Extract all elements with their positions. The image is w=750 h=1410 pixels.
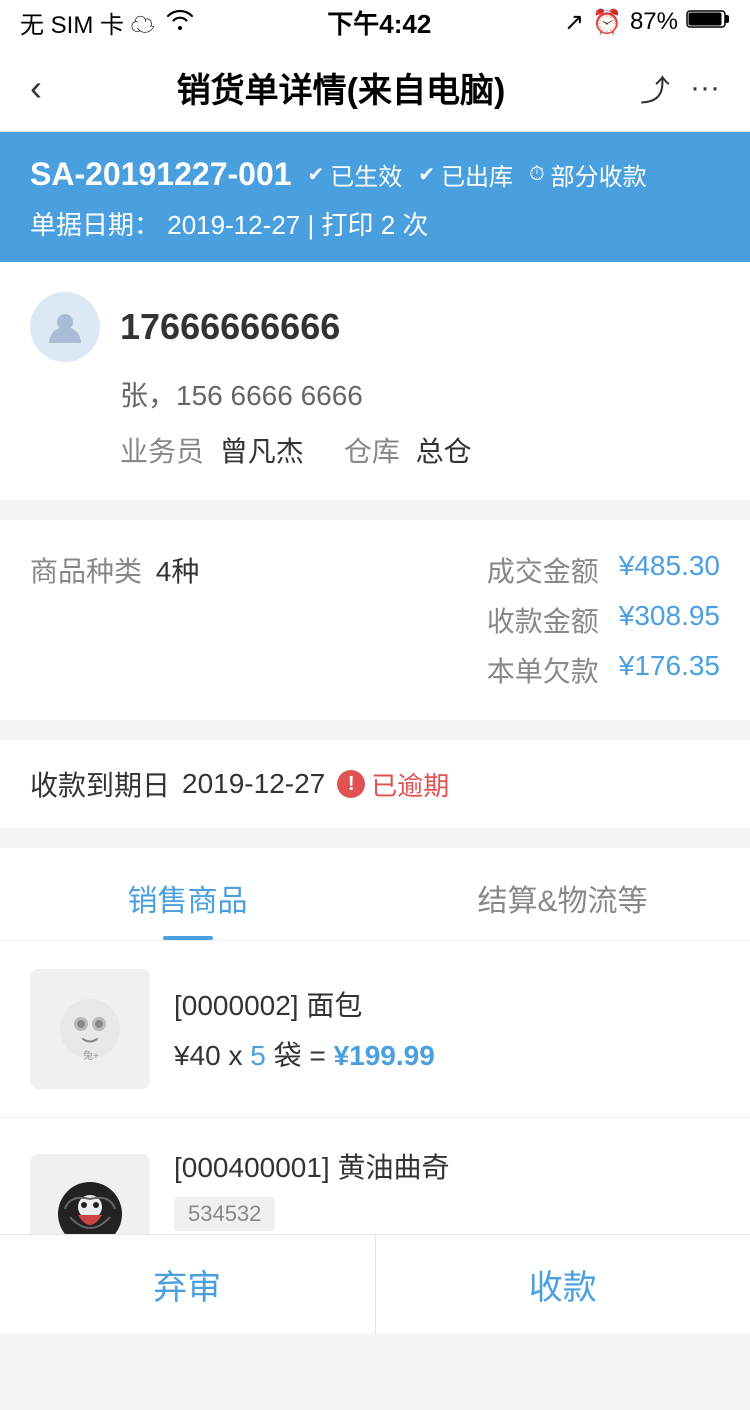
overdue-icon: ! <box>337 770 365 798</box>
order-date-row: 单据日期： 2019-12-27 | 打印 2 次 <box>30 205 720 242</box>
clock-icon: ⏱ <box>529 163 545 186</box>
tab-settlement[interactable]: 结算&物流等 <box>375 848 750 940</box>
battery-level: 87% <box>630 8 678 36</box>
separator-1 <box>0 510 750 520</box>
product-id-2: [000400001] <box>174 1152 330 1183</box>
product-image-1: 兔+ <box>30 969 150 1089</box>
customer-section: 17666666666 张，156 6666 6666 业务员 曾凡杰 仓库 总… <box>0 262 750 500</box>
product-badge-2: 534532 <box>174 1197 275 1231</box>
page-title: 销货单详情(来自电脑) <box>177 63 506 112</box>
date-label: 单据日期： <box>30 210 160 240</box>
cancel-review-button[interactable]: 弃审 <box>0 1235 376 1334</box>
status-bar-right: ↗ ⏰ 87% <box>564 8 730 37</box>
more-button[interactable]: ··· <box>690 71 720 105</box>
owed-label: 本单欠款 <box>487 650 599 690</box>
sales-info: 业务员 曾凡杰 <box>120 430 304 470</box>
sim-status: 无 SIM 卡 ☁ <box>20 5 155 40</box>
order-id: SA-20191227-001 <box>30 156 292 193</box>
overdue-badge: ! 已逾期 <box>337 766 449 803</box>
overdue-text: 已逾期 <box>371 766 449 803</box>
location-icon: ↗ <box>564 8 584 37</box>
customer-meta: 业务员 曾凡杰 仓库 总仓 <box>30 430 720 470</box>
due-section: 收款到期日 2019-12-27 ! 已逾期 <box>0 740 750 828</box>
order-date-value: 2019-12-27 <box>167 210 300 240</box>
product-title-2: 黄油曲奇 <box>338 1152 450 1183</box>
order-header: SA-20191227-001 ✔ 已生效 ✔ 已出库 ⏱ 部分收款 单据日期：… <box>0 132 750 262</box>
tabs-section: 销售商品 结算&物流等 <box>0 848 750 941</box>
received-label: 收款金额 <box>487 600 599 640</box>
category-label: 商品种类 <box>30 556 142 587</box>
amounts-right: 成交金额 ¥485.30 收款金额 ¥308.95 本单欠款 ¥176.35 <box>487 550 720 690</box>
separator-3 <box>0 838 750 848</box>
received-amount: ¥308.95 <box>619 600 720 640</box>
alarm-icon: ⏰ <box>592 8 622 37</box>
product-name-1: [0000002] 面包 <box>174 984 720 1024</box>
battery-icon <box>686 8 730 37</box>
sales-name: 曾凡杰 <box>220 436 304 467</box>
badge-partial-label: 部分收款 <box>551 157 647 192</box>
table-row: 兔+ [0000002] 面包 ¥40 x 5 袋 = ¥199.99 <box>0 941 750 1118</box>
collect-payment-button[interactable]: 收款 <box>376 1235 750 1334</box>
transaction-amount: ¥485.30 <box>619 550 720 590</box>
amounts-section: 商品种类 4种 成交金额 ¥485.30 收款金额 ¥308.95 本单欠款 ¥… <box>0 520 750 720</box>
product-price-1: ¥40 x 5 袋 = ¥199.99 <box>174 1034 720 1074</box>
product-name-2: [000400001] 黄油曲奇 <box>174 1146 720 1186</box>
badge-effective-label: 已生效 <box>330 157 402 192</box>
product-qty-1: 5 <box>250 1040 266 1071</box>
transaction-row: 成交金额 ¥485.30 <box>487 550 720 590</box>
nav-actions: ⤴ ··· <box>640 66 720 110</box>
badge-shipped-label: 已出库 <box>441 157 513 192</box>
status-bar: 无 SIM 卡 ☁ 下午4:42 ↗ ⏰ 87% <box>0 0 750 44</box>
nav-bar: ‹ 销货单详情(来自电脑) ⤴ ··· <box>0 44 750 132</box>
svg-text:兔+: 兔+ <box>83 1049 99 1062</box>
tab-settlement-label: 结算&物流等 <box>477 885 647 918</box>
bottom-bar: 弃审 收款 <box>0 1234 750 1334</box>
product-id-1: [0000002] <box>174 990 299 1021</box>
check-icon-2: ✔ <box>418 162 435 187</box>
print-label: | 打印 <box>307 210 373 240</box>
category-count: 4种 <box>156 556 200 587</box>
owed-amount: ¥176.35 <box>619 650 720 690</box>
customer-sub-info: 张，156 6666 6666 <box>30 374 720 414</box>
cancel-review-label: 弃审 <box>153 1260 221 1309</box>
status-bar-time: 下午4:42 <box>327 4 431 41</box>
warehouse-label: 仓库 <box>344 436 400 467</box>
product-title-1: 面包 <box>306 990 362 1021</box>
product-total-1: ¥199.99 <box>334 1040 435 1071</box>
received-row: 收款金额 ¥308.95 <box>487 600 720 640</box>
owed-row: 本单欠款 ¥176.35 <box>487 650 720 690</box>
status-bar-left: 无 SIM 卡 ☁ <box>20 5 195 40</box>
share-button[interactable]: ⤴ <box>640 66 670 110</box>
product-unit-1: 袋 <box>274 1040 302 1071</box>
collect-payment-label: 收款 <box>529 1260 597 1309</box>
check-icon-1: ✔ <box>308 162 325 187</box>
customer-avatar <box>30 292 100 362</box>
badge-effective: ✔ 已生效 <box>308 157 403 192</box>
tab-sales-products-label: 销售商品 <box>128 885 248 918</box>
badge-partial: ⏱ 部分收款 <box>529 157 647 192</box>
wifi-icon <box>165 8 195 37</box>
separator-2 <box>0 730 750 740</box>
back-button[interactable]: ‹ <box>30 67 42 109</box>
sales-label: 业务员 <box>120 436 204 467</box>
warehouse-info: 仓库 总仓 <box>344 430 472 470</box>
tab-sales-products[interactable]: 销售商品 <box>0 848 375 940</box>
due-label: 收款到期日 <box>30 764 170 804</box>
customer-phone: 17666666666 <box>120 306 340 348</box>
product-info-1: [0000002] 面包 ¥40 x 5 袋 = ¥199.99 <box>174 984 720 1074</box>
badge-shipped: ✔ 已出库 <box>418 157 513 192</box>
category-info: 商品种类 4种 <box>30 550 199 590</box>
warehouse-name: 总仓 <box>416 436 472 467</box>
print-count: 2 次 <box>381 210 429 240</box>
due-date-value: 2019-12-27 <box>182 768 325 800</box>
transaction-label: 成交金额 <box>487 550 599 590</box>
